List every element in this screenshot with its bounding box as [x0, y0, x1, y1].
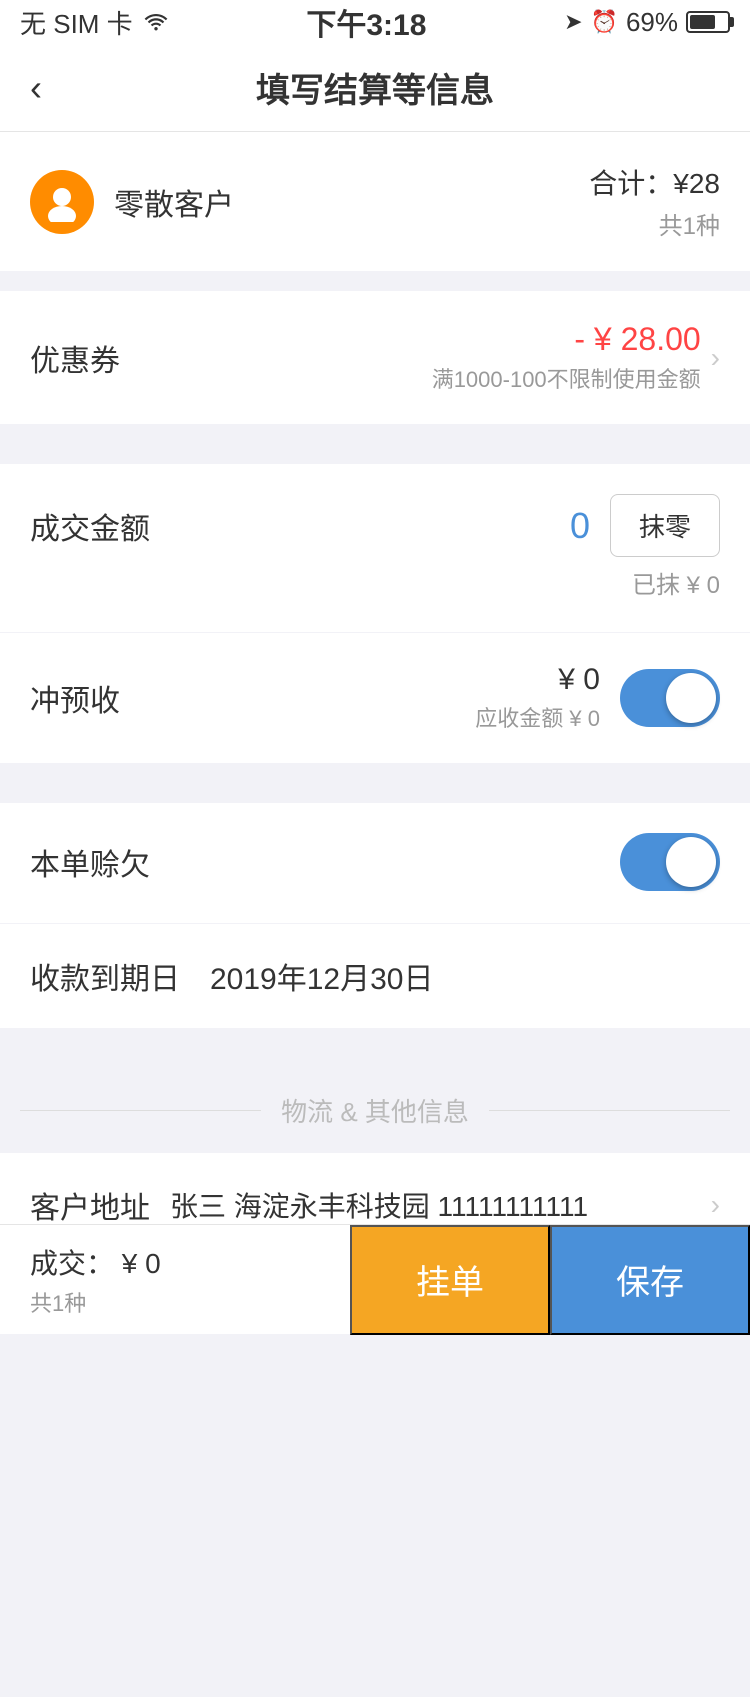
coupon-info: - ¥ 28.00 满1000-100不限制使用金额: [432, 321, 701, 394]
status-time: 下午3:18: [306, 0, 426, 44]
customer-section: 零散客户 合计：¥28 共1种: [0, 132, 750, 271]
deal-right: 0 抹零: [570, 494, 720, 557]
chevron-right-icon: ›: [711, 342, 720, 374]
prereceive-toggle[interactable]: [620, 669, 720, 727]
coupon-desc: 满1000-100不限制使用金额: [432, 362, 701, 394]
status-bar: 无 SIM 卡 下午3:18 ➤ ⏰ 69%: [0, 0, 750, 44]
prereceive-right: ¥ 0 应收金额 ¥ 0: [475, 663, 720, 733]
debt-row: 本单赊欠: [0, 803, 750, 921]
deal-amount-label: 成交金额: [30, 504, 150, 548]
back-button[interactable]: ‹: [30, 67, 42, 109]
duedate-label: 收款到期日: [30, 954, 180, 998]
logistics-line-right: [489, 1110, 730, 1111]
bottom-deal-amount: 成交： ¥ 0: [30, 1242, 320, 1282]
toggle-knob: [666, 673, 716, 723]
customer-count: 共1种: [589, 206, 720, 241]
customer-total-area: 合计：¥28 共1种: [589, 162, 720, 241]
battery-percent: 69%: [626, 7, 678, 38]
page-title: 填写结算等信息: [256, 63, 494, 112]
coupon-row[interactable]: 优惠券 - ¥ 28.00 满1000-100不限制使用金额 ›: [0, 291, 750, 424]
duedate-value: 2019年12月30日: [210, 954, 433, 998]
status-right: ➤ ⏰ 69%: [564, 7, 730, 38]
deal-amount-value[interactable]: 0: [570, 505, 590, 547]
logistics-text: 物流 & 其他信息: [281, 1092, 469, 1129]
already-erased: 已抹 ¥ 0: [30, 565, 720, 600]
prereceive-receivable: 应收金额 ¥ 0: [475, 701, 600, 733]
customer-avatar: [30, 170, 94, 234]
section-divider-2: [0, 783, 750, 803]
wifi-icon: [143, 7, 169, 38]
debt-section: 本单赊欠 收款到期日 2019年12月30日: [0, 803, 750, 1028]
round-zero-button[interactable]: 抹零: [610, 494, 720, 557]
logistics-divider: 物流 & 其他信息: [0, 1068, 750, 1153]
customer-left: 零散客户: [30, 170, 234, 234]
status-left: 无 SIM 卡: [20, 4, 169, 41]
deal-amount-section: 成交金额 0 抹零 已抹 ¥ 0 冲预收 ¥ 0 应收金额 ¥ 0: [0, 464, 750, 763]
coupon-section: 优惠券 - ¥ 28.00 满1000-100不限制使用金额 ›: [0, 291, 750, 424]
battery-icon: [686, 11, 730, 33]
prereceive-label: 冲预收: [30, 676, 120, 720]
debt-toggle-knob: [666, 837, 716, 887]
prereceive-amount: ¥ 0: [475, 663, 600, 697]
save-button[interactable]: 保存: [550, 1225, 750, 1335]
duedate-row: 收款到期日 2019年12月30日: [0, 923, 750, 1028]
address-value: 张三 海淀永丰科技园 11111111111: [170, 1185, 711, 1225]
coupon-right: - ¥ 28.00 满1000-100不限制使用金额 ›: [432, 321, 720, 394]
bottom-deal-label: 成交：: [30, 1248, 114, 1279]
customer-total: 合计：¥28: [589, 162, 720, 202]
location-icon: ➤: [564, 9, 582, 35]
content-area: 零散客户 合计：¥28 共1种 优惠券 - ¥ 28.00 满1000-100不…: [0, 132, 750, 1697]
pending-button[interactable]: 挂单: [350, 1225, 550, 1335]
deal-row: 成交金额 0 抹零: [30, 494, 720, 557]
customer-name: 零散客户: [114, 180, 234, 224]
deal-amount-row: 成交金额 0 抹零 已抹 ¥ 0: [0, 464, 750, 630]
address-label: 客户地址: [30, 1183, 150, 1227]
nav-bar: ‹ 填写结算等信息: [0, 44, 750, 132]
debt-toggle[interactable]: [620, 833, 720, 891]
bottom-count: 共1种: [30, 1286, 320, 1318]
bottom-deal-value: ¥ 0: [122, 1248, 161, 1279]
section-divider-3: [0, 1048, 750, 1068]
bottom-bar: 成交： ¥ 0 共1种 挂单 保存: [0, 1224, 750, 1334]
coupon-label: 优惠券: [30, 336, 120, 380]
section-divider-1: [0, 444, 750, 464]
prereceive-row: 冲预收 ¥ 0 应收金额 ¥ 0: [0, 632, 750, 763]
alarm-icon: ⏰: [591, 9, 618, 35]
carrier-text: 无 SIM 卡: [20, 4, 133, 41]
prereceive-info: ¥ 0 应收金额 ¥ 0: [475, 663, 600, 733]
debt-label: 本单赊欠: [30, 840, 150, 884]
bottom-info: 成交： ¥ 0 共1种: [0, 1242, 350, 1318]
coupon-amount: - ¥ 28.00: [432, 321, 701, 358]
address-chevron-icon: ›: [711, 1189, 720, 1221]
logistics-line-left: [20, 1110, 261, 1111]
customer-row: 零散客户 合计：¥28 共1种: [0, 132, 750, 271]
